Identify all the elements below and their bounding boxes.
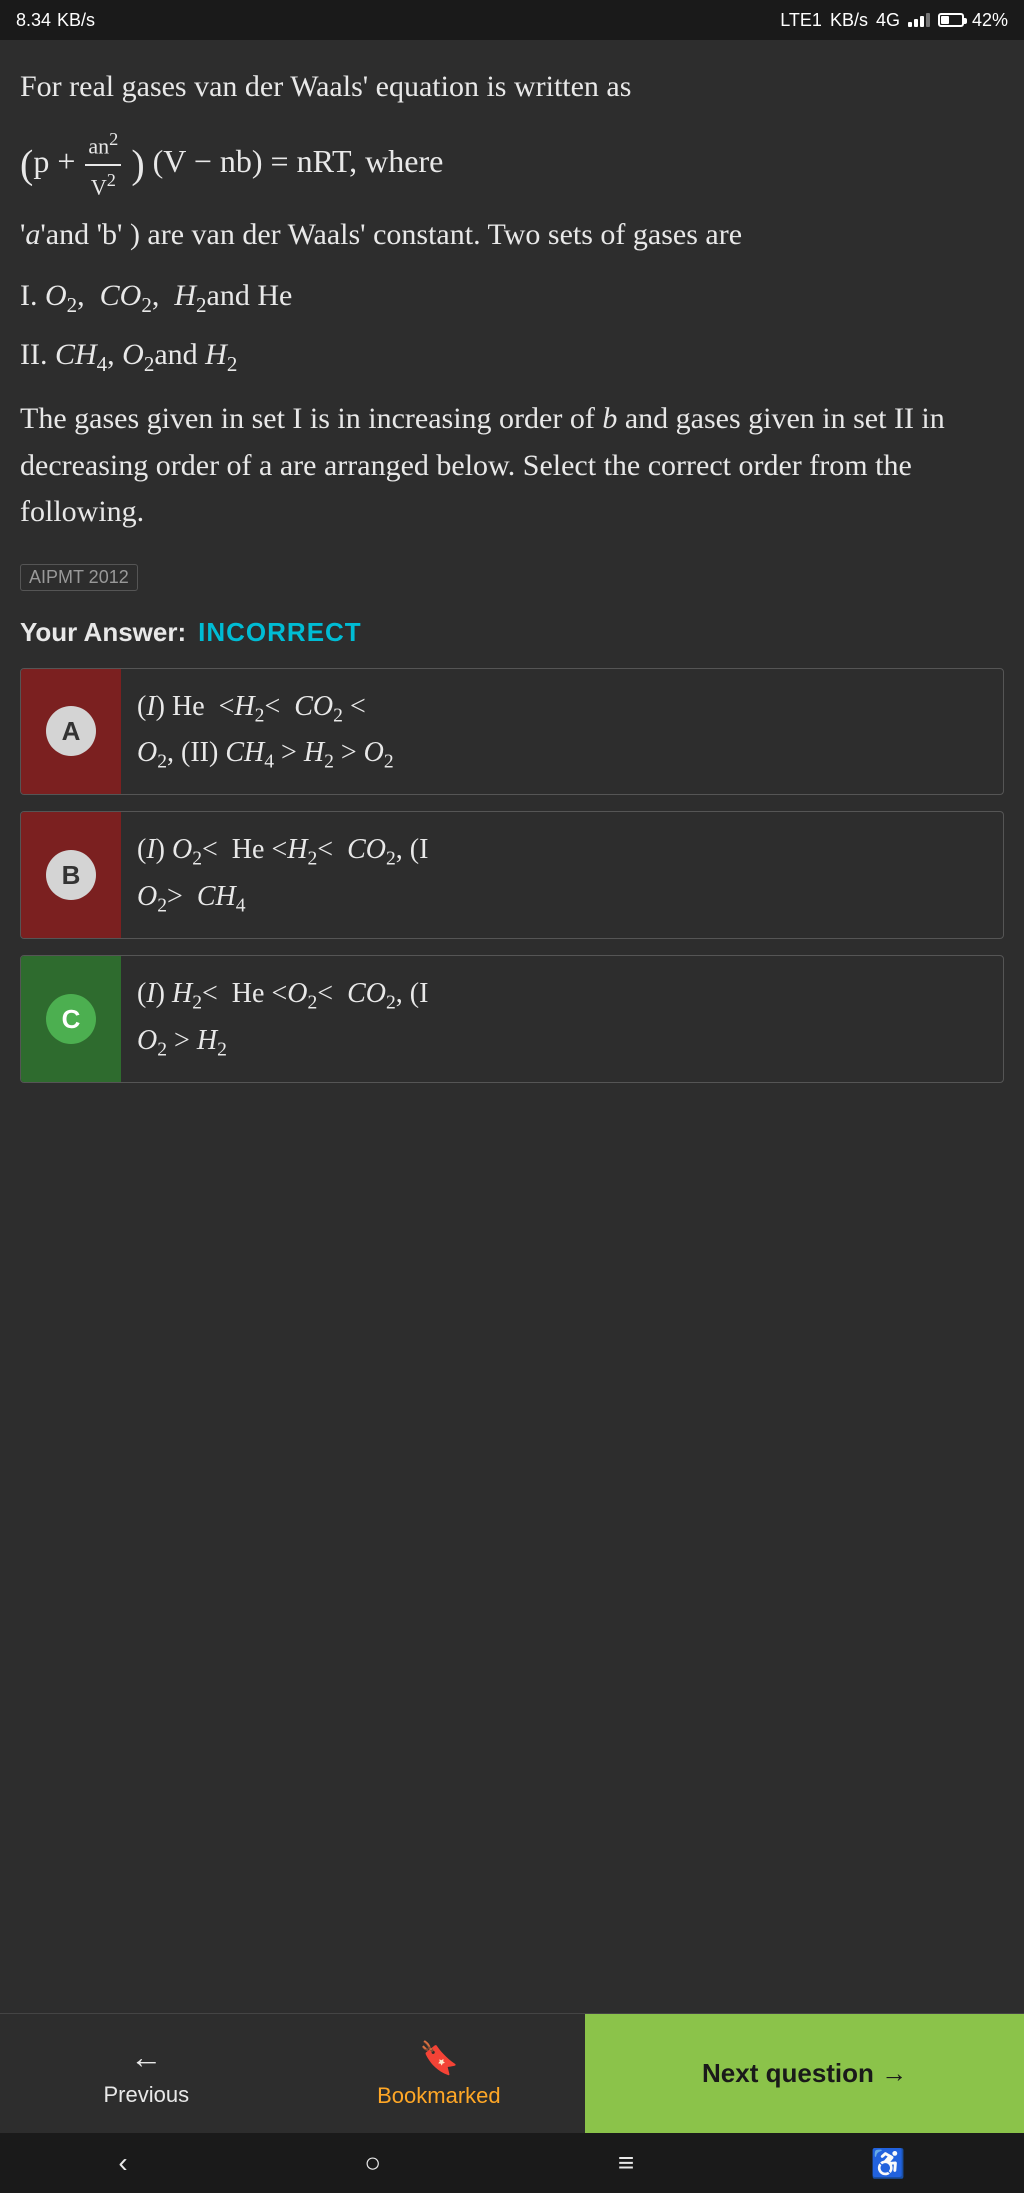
fraction-an2v2: an2 V2: [85, 125, 121, 204]
status-bar: 8.34 KB/s LTE1 KB/s 4G 42%: [0, 0, 1024, 40]
option-sidebar-b: B: [21, 812, 121, 938]
option-b-line2: O2> CH4: [137, 875, 428, 922]
signal-bars: [908, 13, 930, 27]
speed-left-unit: KB/s: [57, 10, 95, 31]
back-arrow-icon: ←: [130, 2039, 162, 2076]
home-system-button[interactable]: ○: [344, 2139, 401, 2187]
battery-percent: 42%: [972, 10, 1008, 31]
option-c-line1: (I) H2< He <O2< CO2, (I: [137, 972, 428, 1019]
bookmarked-label: Bookmarked: [377, 2083, 501, 2109]
answer-status: Your Answer: INCORRECT: [20, 617, 1004, 648]
option-content-a: (I) He <H2< CO2 < O2, (II) CH4 > H2 > O2: [121, 669, 410, 795]
option-sidebar-a: A: [21, 669, 121, 795]
option-label-a: A: [46, 706, 96, 756]
system-nav: ‹ ○ ≡ ♿: [0, 2133, 1024, 2193]
back-system-button[interactable]: ‹: [98, 2139, 147, 2187]
answer-label: Your Answer:: [20, 617, 186, 648]
status-left: 8.34 KB/s: [16, 10, 95, 31]
option-content-c: (I) H2< He <O2< CO2, (I O2 > H2: [121, 956, 444, 1082]
bottom-nav: ← Previous 🔖 Bookmarked Next question →: [0, 2013, 1024, 2133]
accessibility-system-button[interactable]: ♿: [851, 2139, 926, 2188]
next-label: Next question →: [702, 2058, 907, 2089]
next-question-button[interactable]: Next question →: [585, 2014, 1024, 2133]
question-intro: For real gases van der Waals' equation i…: [20, 64, 1004, 109]
main-content: For real gases van der Waals' equation i…: [0, 40, 1024, 1299]
network-type: 4G: [876, 10, 900, 31]
option-card-c[interactable]: C (I) H2< He <O2< CO2, (I O2 > H2: [20, 955, 1004, 1083]
carrier-label: LTE1: [780, 10, 822, 31]
option-content-b: (I) O2< He <H2< CO2, (I O2> CH4: [121, 812, 444, 938]
question-description: The gases given in set I is in increasin…: [20, 396, 1004, 536]
answer-value: INCORRECT: [198, 617, 362, 648]
option-sidebar-c: C: [21, 956, 121, 1082]
option-card-b[interactable]: B (I) O2< He <H2< CO2, (I O2> CH4: [20, 811, 1004, 939]
constants-desc: 'a'and 'b' ) are van der Waals' constant…: [20, 212, 1004, 257]
speed-right-unit: KB/s: [830, 10, 868, 31]
option-c-line2: O2 > H2: [137, 1019, 428, 1066]
menu-system-button[interactable]: ≡: [598, 2139, 654, 2187]
previous-label: Previous: [103, 2082, 189, 2108]
bookmarked-button[interactable]: 🔖 Bookmarked: [293, 2014, 586, 2133]
option-a-line1: (I) He <H2< CO2 <: [137, 685, 394, 732]
equation-block: (p + an2 V2 ) (V − nb) = nRT, where: [20, 125, 1004, 204]
status-right: LTE1 KB/s 4G 42%: [780, 10, 1008, 31]
option-label-b: B: [46, 850, 96, 900]
set2-line: II. CH4, O2and H2: [20, 332, 1004, 381]
set1-line: I. O2, CO2, H2and He: [20, 273, 1004, 322]
source-tag: AIPMT 2012: [20, 564, 138, 591]
option-card-a[interactable]: A (I) He <H2< CO2 < O2, (II) CH4 > H2 > …: [20, 668, 1004, 796]
option-label-c: C: [46, 994, 96, 1044]
previous-button[interactable]: ← Previous: [0, 2014, 293, 2133]
option-b-line1: (I) O2< He <H2< CO2, (I: [137, 828, 428, 875]
option-a-line2: O2, (II) CH4 > H2 > O2: [137, 731, 394, 778]
speed-left: 8.34: [16, 10, 51, 31]
bookmark-icon: 🔖: [419, 2039, 459, 2077]
battery-icon: [938, 13, 964, 27]
